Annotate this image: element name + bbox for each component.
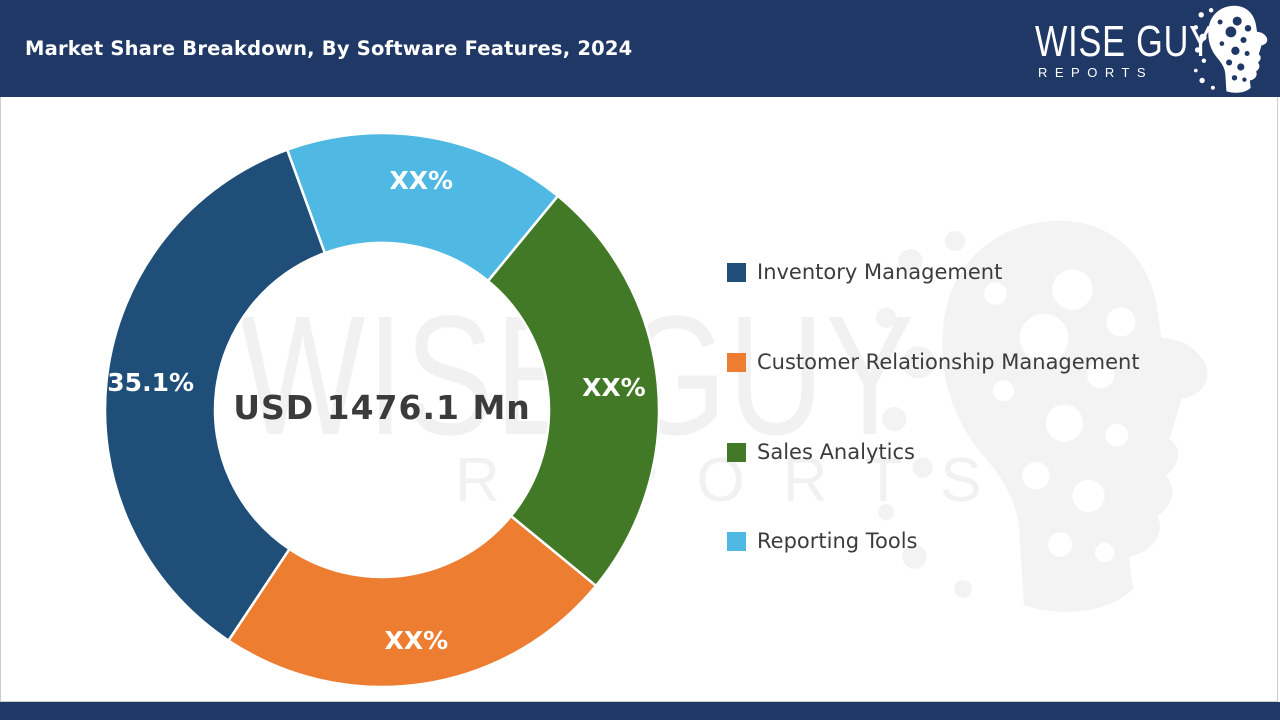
legend-item-reporting-tools: Reporting Tools [727, 527, 918, 555]
legend-item-sales-analytics: Sales Analytics [727, 438, 915, 466]
legend-label: Reporting Tools [757, 529, 918, 553]
legend-item-inventory-management: Inventory Management [727, 258, 1002, 286]
legend-swatch-reporting-tools [727, 531, 746, 551]
wiseguy-face-icon [1193, 5, 1268, 93]
page-title: Market Share Breakdown, By Software Feat… [25, 37, 633, 60]
segment-label: XX% [389, 166, 453, 195]
legend-label: Sales Analytics [757, 440, 915, 464]
legend-swatch-inventory-management [727, 262, 746, 282]
segment-label: XX% [385, 626, 449, 655]
legend-swatch-sales-analytics [727, 442, 746, 462]
report-chart-page: Market Share Breakdown, By Software Feat… [0, 0, 1280, 720]
footer-bar [0, 702, 1280, 720]
logo-text-sub: REPORTS [1038, 65, 1154, 80]
legend-item-customer-relationship-management: Customer Relationship Management [727, 348, 1140, 376]
legend-label: Customer Relationship Management [757, 350, 1140, 374]
logo-text-main: WISE GUY [1035, 17, 1213, 66]
legend-label: Inventory Management [757, 260, 1003, 284]
segment-label: 35.1% [107, 368, 194, 397]
chart-center-value: USD 1476.1 Mn [233, 388, 531, 427]
wiseguy-logo: WISE GUY REPORTS [1010, 0, 1270, 97]
legend-swatch-customer-relationship-management [727, 352, 746, 372]
segment-label: XX% [582, 373, 646, 402]
header-bar: Market Share Breakdown, By Software Feat… [0, 0, 1280, 97]
